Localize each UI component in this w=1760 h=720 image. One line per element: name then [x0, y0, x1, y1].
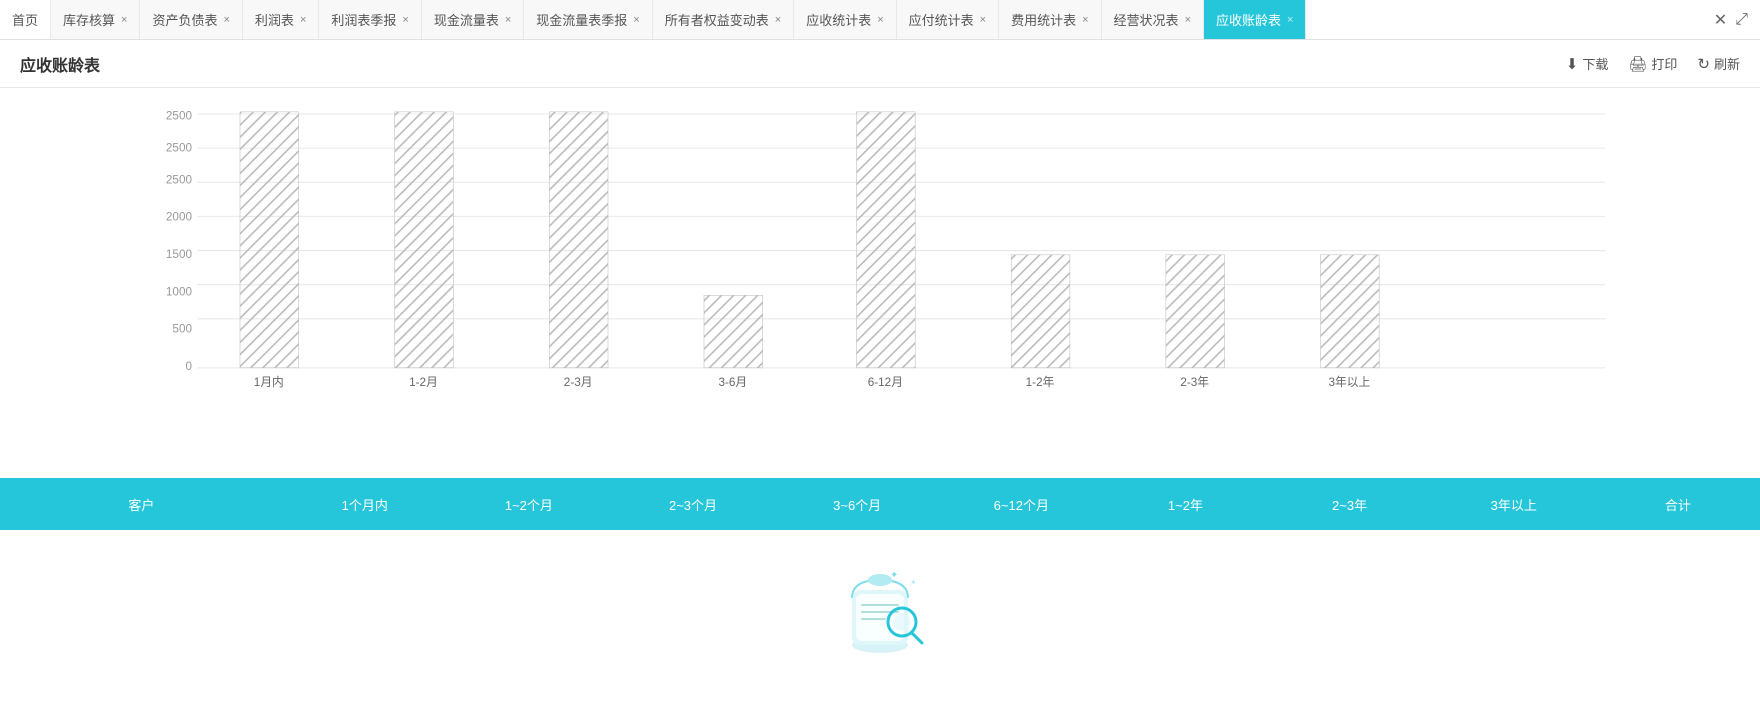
tab-profit-label: 利润表 — [255, 10, 294, 29]
col-3year-plus: 3年以上 — [1432, 495, 1596, 514]
svg-text:✦: ✦ — [890, 570, 898, 581]
tab-expense-stat-close[interactable]: × — [1082, 14, 1088, 26]
tab-ar-aging[interactable]: 应收账龄表 × — [1204, 0, 1306, 40]
tab-bar: 首页 库存核算 × 资产负债表 × 利润表 × 利润表季报 × 现金流量表 × … — [0, 0, 1760, 40]
empty-icon: ✦ ✦ — [830, 560, 930, 650]
col-6-12month: 6~12个月 — [939, 495, 1103, 514]
tab-profit-close[interactable]: × — [300, 14, 306, 26]
print-icon: 🖨 — [1628, 55, 1647, 73]
bar-3年以上 — [1321, 255, 1380, 368]
header-actions: ⬇ 下载 🖨 打印 ↻ 刷新 — [1566, 54, 1740, 73]
svg-text:1500: 1500 — [166, 248, 193, 261]
tab-inventory-label: 库存核算 — [63, 10, 115, 29]
tab-profit[interactable]: 利润表 × — [243, 0, 319, 40]
col-2-3month: 2~3个月 — [611, 495, 775, 514]
svg-text:3-6月: 3-6月 — [718, 376, 747, 389]
svg-text:2500: 2500 — [166, 109, 193, 122]
download-icon: ⬇ — [1566, 55, 1579, 73]
print-label: 打印 — [1651, 54, 1677, 73]
main-content: 2500 2500 2500 2000 1500 1000 500 0 1月内 — [0, 88, 1760, 720]
tab-ar-aging-close[interactable]: × — [1287, 14, 1293, 26]
tab-cashflow[interactable]: 现金流量表 × — [422, 0, 524, 40]
bar-1月内 — [240, 112, 299, 368]
svg-text:2000: 2000 — [166, 211, 193, 224]
tab-ar-aging-label: 应收账龄表 — [1216, 10, 1281, 29]
tab-inventory[interactable]: 库存核算 × — [51, 0, 140, 40]
bar-2-3月 — [549, 112, 608, 368]
tab-expense-stat-label: 费用统计表 — [1011, 10, 1076, 29]
col-total: 合计 — [1596, 495, 1760, 514]
tab-home-label: 首页 — [12, 10, 38, 29]
tab-ar-stat[interactable]: 应收统计表 × — [794, 0, 896, 40]
tab-operation-status[interactable]: 经营状况表 × — [1102, 0, 1204, 40]
col-1-2year: 1~2年 — [1103, 495, 1267, 514]
tab-profit-quarterly[interactable]: 利润表季报 × — [319, 0, 421, 40]
window-maximize-button[interactable]: ⤢ — [1735, 11, 1748, 29]
page-title: 应收账龄表 — [20, 52, 100, 76]
tab-ap-stat-label: 应付统计表 — [909, 10, 974, 29]
page-header: 应收账龄表 ⬇ 下载 🖨 打印 ↻ 刷新 — [0, 40, 1760, 88]
svg-text:2500: 2500 — [166, 141, 193, 154]
tab-cashflow-quarterly-close[interactable]: × — [633, 14, 639, 26]
window-close-button[interactable]: ✕ — [1714, 10, 1727, 30]
refresh-button[interactable]: ↻ 刷新 — [1697, 54, 1740, 73]
tab-equity[interactable]: 所有者权益变动表 × — [653, 0, 794, 40]
tab-ap-stat-close[interactable]: × — [980, 14, 986, 26]
tab-balance-sheet-label: 资产负债表 — [152, 10, 217, 29]
bar-3-6月 — [704, 295, 763, 368]
window-actions: ✕ ⤢ — [1702, 10, 1760, 30]
svg-text:1月内: 1月内 — [254, 375, 284, 389]
table-header: 客户 1个月内 1~2个月 2~3个月 3~6个月 6~12个月 1~2年 2~… — [0, 478, 1760, 530]
bar-1-2年 — [1011, 255, 1070, 368]
tab-ar-stat-close[interactable]: × — [877, 14, 883, 26]
svg-text:3年以上: 3年以上 — [1328, 375, 1370, 389]
tab-profit-quarterly-label: 利润表季报 — [331, 10, 396, 29]
tab-equity-label: 所有者权益变动表 — [665, 10, 769, 29]
svg-text:1-2年: 1-2年 — [1026, 375, 1055, 389]
tab-ap-stat[interactable]: 应付统计表 × — [897, 0, 999, 40]
svg-text:2-3月: 2-3月 — [564, 376, 593, 389]
tab-cashflow-quarterly-label: 现金流量表季报 — [536, 10, 627, 29]
tab-cashflow-label: 现金流量表 — [434, 10, 499, 29]
download-label: 下载 — [1582, 54, 1608, 73]
col-1-2month: 1~2个月 — [447, 495, 611, 514]
empty-illustration: ✦ ✦ — [830, 560, 940, 660]
refresh-icon: ↻ — [1697, 55, 1710, 73]
tab-balance-sheet-close[interactable]: × — [223, 14, 229, 26]
svg-text:2-3年: 2-3年 — [1180, 375, 1209, 389]
tab-expense-stat[interactable]: 费用统计表 × — [999, 0, 1101, 40]
tab-cashflow-quarterly[interactable]: 现金流量表季报 × — [524, 0, 652, 40]
bar-2-3年 — [1166, 255, 1225, 368]
print-button[interactable]: 🖨 打印 — [1628, 54, 1677, 73]
svg-text:6-12月: 6-12月 — [868, 376, 903, 389]
tab-home[interactable]: 首页 — [0, 0, 51, 40]
refresh-label: 刷新 — [1714, 54, 1740, 73]
empty-state: ✦ ✦ — [0, 530, 1760, 680]
svg-text:1-2月: 1-2月 — [409, 376, 438, 389]
tab-ar-stat-label: 应收统计表 — [806, 10, 871, 29]
svg-text:✦: ✦ — [910, 578, 917, 587]
tab-cashflow-close[interactable]: × — [505, 14, 511, 26]
download-button[interactable]: ⬇ 下载 — [1566, 54, 1609, 73]
tab-equity-close[interactable]: × — [775, 14, 781, 26]
svg-text:0: 0 — [185, 360, 192, 373]
svg-text:500: 500 — [172, 323, 192, 336]
svg-text:2500: 2500 — [166, 173, 193, 186]
tab-operation-status-close[interactable]: × — [1185, 14, 1191, 26]
bar-chart: 2500 2500 2500 2000 1500 1000 500 0 1月内 — [20, 98, 1740, 418]
col-customer: 客户 — [0, 495, 283, 514]
chart-area: 2500 2500 2500 2000 1500 1000 500 0 1月内 — [0, 88, 1760, 478]
tab-operation-status-label: 经营状况表 — [1114, 10, 1179, 29]
tab-balance-sheet[interactable]: 资产负债表 × — [140, 0, 242, 40]
col-2-3year: 2~3年 — [1268, 495, 1432, 514]
col-1month: 1个月内 — [283, 495, 447, 514]
bar-6-12月 — [857, 112, 916, 368]
svg-text:1000: 1000 — [166, 285, 193, 298]
tab-profit-quarterly-close[interactable]: × — [402, 14, 408, 26]
bar-1-2月 — [395, 112, 454, 368]
col-3-6month: 3~6个月 — [775, 495, 939, 514]
tab-inventory-close[interactable]: × — [121, 14, 127, 26]
